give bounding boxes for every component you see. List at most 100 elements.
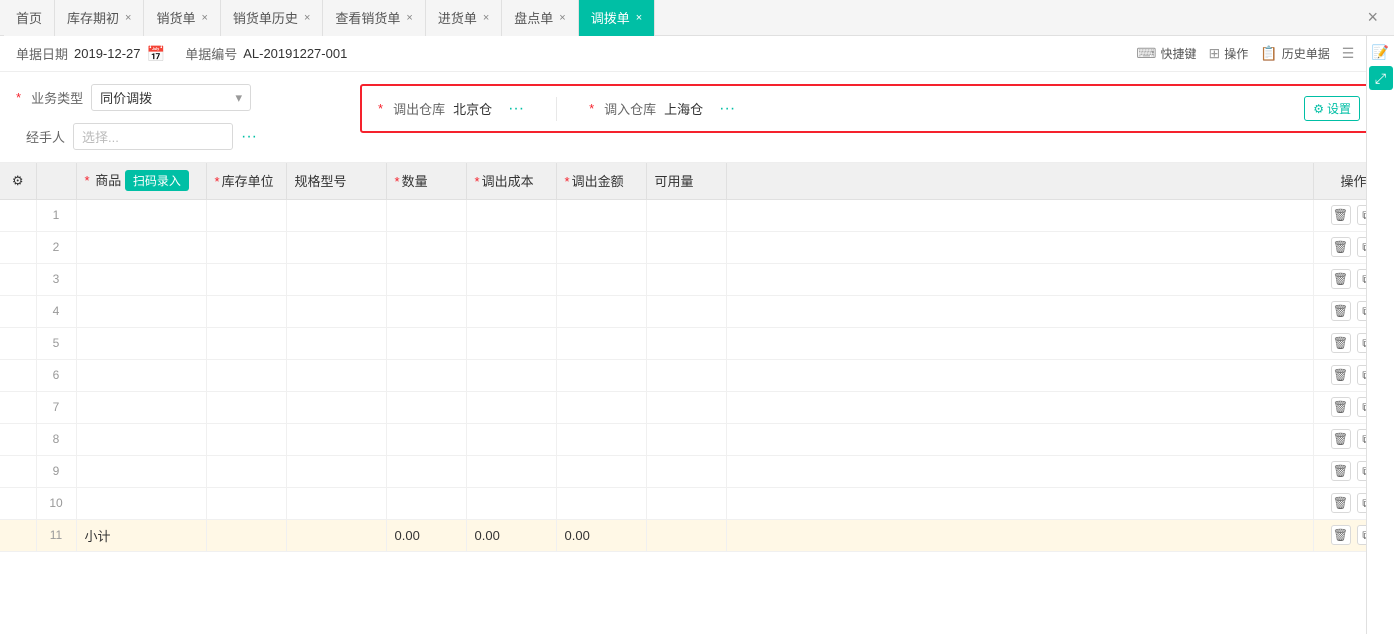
row-qty: [386, 487, 466, 519]
tab-view-sales[interactable]: 查看销货单 ×: [323, 0, 425, 36]
settings-button[interactable]: ⚙ 设置: [1304, 96, 1360, 121]
operation-button[interactable]: ⊞ 操作: [1209, 45, 1249, 62]
delete-btn[interactable]: 🗑: [1331, 397, 1351, 417]
delete-btn[interactable]: 🗑: [1331, 269, 1351, 289]
delete-btn[interactable]: 🗑: [1331, 365, 1351, 385]
table-body: 1 🗑 ⧉ 2: [0, 199, 1394, 551]
handler-label: 经手人: [26, 127, 65, 146]
product-required: *: [85, 173, 90, 188]
row-amount: [556, 231, 646, 263]
tab-transfer-order-close[interactable]: ×: [636, 12, 642, 24]
gear-icon: ⚙: [1313, 102, 1324, 116]
tab-sales-history-close[interactable]: ×: [304, 12, 310, 24]
handler-placeholder: 选择...: [82, 127, 119, 146]
tab-sales-order-close[interactable]: ×: [201, 12, 207, 24]
col-header-gear[interactable]: ⚙: [0, 163, 36, 199]
layout1-icon: ☰: [1342, 45, 1355, 62]
gear-header-icon: ⚙: [12, 173, 24, 188]
row-cost: [466, 423, 556, 455]
row-product: [76, 391, 206, 423]
delete-btn[interactable]: 🗑: [1331, 333, 1351, 353]
shortcut-button[interactable]: ⌨ 快捷键: [1136, 45, 1196, 62]
delete-btn[interactable]: 🗑: [1331, 461, 1351, 481]
row-gear-cell: [0, 423, 36, 455]
row-amount: [556, 455, 646, 487]
row-gear-cell: [0, 359, 36, 391]
row-amount: [556, 391, 646, 423]
out-warehouse-field: * 调出仓库 北京仓 ···: [378, 99, 524, 118]
in-warehouse-required: *: [589, 101, 594, 116]
row-cost: [466, 295, 556, 327]
delete-btn[interactable]: 🗑: [1331, 525, 1351, 545]
row-product: [76, 295, 206, 327]
row-cost: [466, 391, 556, 423]
row-qty: [386, 391, 466, 423]
row-qty: [386, 327, 466, 359]
layout1-button[interactable]: ☰: [1342, 45, 1355, 62]
sidebar-notes-icon[interactable]: 📝: [1369, 40, 1393, 64]
form-section: * 业务类型 同价调拨 ▾ 经手人 选择... ··· * 调出仓库 北京仓 ·…: [0, 72, 1394, 163]
tab-sales-order[interactable]: 销货单 ×: [144, 0, 220, 36]
subtotal-empty-gear: [0, 519, 36, 551]
tab-inventory-init[interactable]: 库存期初 ×: [55, 0, 144, 36]
shortcut-icon: ⌨: [1136, 45, 1156, 62]
col-header-qty: *数量: [386, 163, 466, 199]
tab-purchase-order-close[interactable]: ×: [483, 12, 489, 24]
row-number: 5: [36, 327, 76, 359]
col-header-num: [36, 163, 76, 199]
tab-inventory-check-close[interactable]: ×: [559, 12, 565, 24]
row-unit: [206, 295, 286, 327]
row-avail: [646, 263, 726, 295]
row-unit: [206, 231, 286, 263]
history-label: 历史单据: [1282, 45, 1330, 62]
tab-purchase-order-label: 进货单: [438, 8, 477, 27]
warehouse-highlight-box: * 调出仓库 北京仓 ··· * 调入仓库 上海仓 ··· ⚙ 设置: [360, 84, 1378, 133]
tab-sales-history[interactable]: 销货单历史 ×: [221, 0, 323, 36]
delete-btn[interactable]: 🗑: [1331, 205, 1351, 225]
row-avail: [646, 455, 726, 487]
out-warehouse-more-button[interactable]: ···: [508, 100, 524, 118]
table-container: ⚙ * 商品 扫码录入 *库存单位 规格型号 *数量 *调出成本: [0, 163, 1394, 597]
table-row: 2 🗑 ⧉: [0, 231, 1394, 263]
row-amount: [556, 359, 646, 391]
row-product: [76, 263, 206, 295]
tab-home[interactable]: 首页: [4, 0, 55, 36]
delete-btn[interactable]: 🗑: [1331, 493, 1351, 513]
row-cost: [466, 455, 556, 487]
subtotal-avail: [646, 519, 726, 551]
delete-btn[interactable]: 🗑: [1331, 237, 1351, 257]
scan-button[interactable]: 扫码录入: [125, 170, 189, 191]
shortcut-label: 快捷键: [1160, 45, 1196, 62]
row-avail: [646, 327, 726, 359]
row-qty: [386, 199, 466, 231]
handler-more-button[interactable]: ···: [241, 128, 257, 146]
tab-transfer-order[interactable]: 调拨单 ×: [579, 0, 655, 36]
tab-inventory-check[interactable]: 盘点单 ×: [502, 0, 578, 36]
toolbar: 单据日期 2019-12-27 📅 单据编号 AL-20191227-001 ⌨…: [0, 36, 1394, 72]
delete-btn[interactable]: 🗑: [1331, 301, 1351, 321]
table-row: 10 🗑 ⧉: [0, 487, 1394, 519]
tab-purchase-order[interactable]: 进货单 ×: [426, 0, 502, 36]
row-number: 4: [36, 295, 76, 327]
handler-dropdown[interactable]: 选择...: [73, 123, 233, 150]
row-product: [76, 359, 206, 391]
sidebar-expand-icon[interactable]: ⤢: [1369, 66, 1393, 90]
row-product: [76, 423, 206, 455]
business-type-dropdown[interactable]: 同价调拨 ▾: [91, 84, 251, 111]
row-cost: [466, 199, 556, 231]
in-warehouse-more-button[interactable]: ···: [719, 100, 735, 118]
row-spec: [286, 423, 386, 455]
dropdown-arrow-icon: ▾: [236, 90, 243, 106]
close-window-button[interactable]: ×: [1355, 7, 1390, 28]
calendar-icon[interactable]: 📅: [147, 45, 166, 63]
tab-inventory-init-close[interactable]: ×: [125, 12, 131, 24]
row-number: 1: [36, 199, 76, 231]
row-number: 9: [36, 455, 76, 487]
row-spec: [286, 327, 386, 359]
delete-btn[interactable]: 🗑: [1331, 429, 1351, 449]
row-number: 8: [36, 423, 76, 455]
col-header-product: * 商品 扫码录入: [76, 163, 206, 199]
tab-view-sales-close[interactable]: ×: [406, 12, 412, 24]
history-button[interactable]: 📋 历史单据: [1260, 45, 1329, 62]
col-header-cost: *调出成本: [466, 163, 556, 199]
